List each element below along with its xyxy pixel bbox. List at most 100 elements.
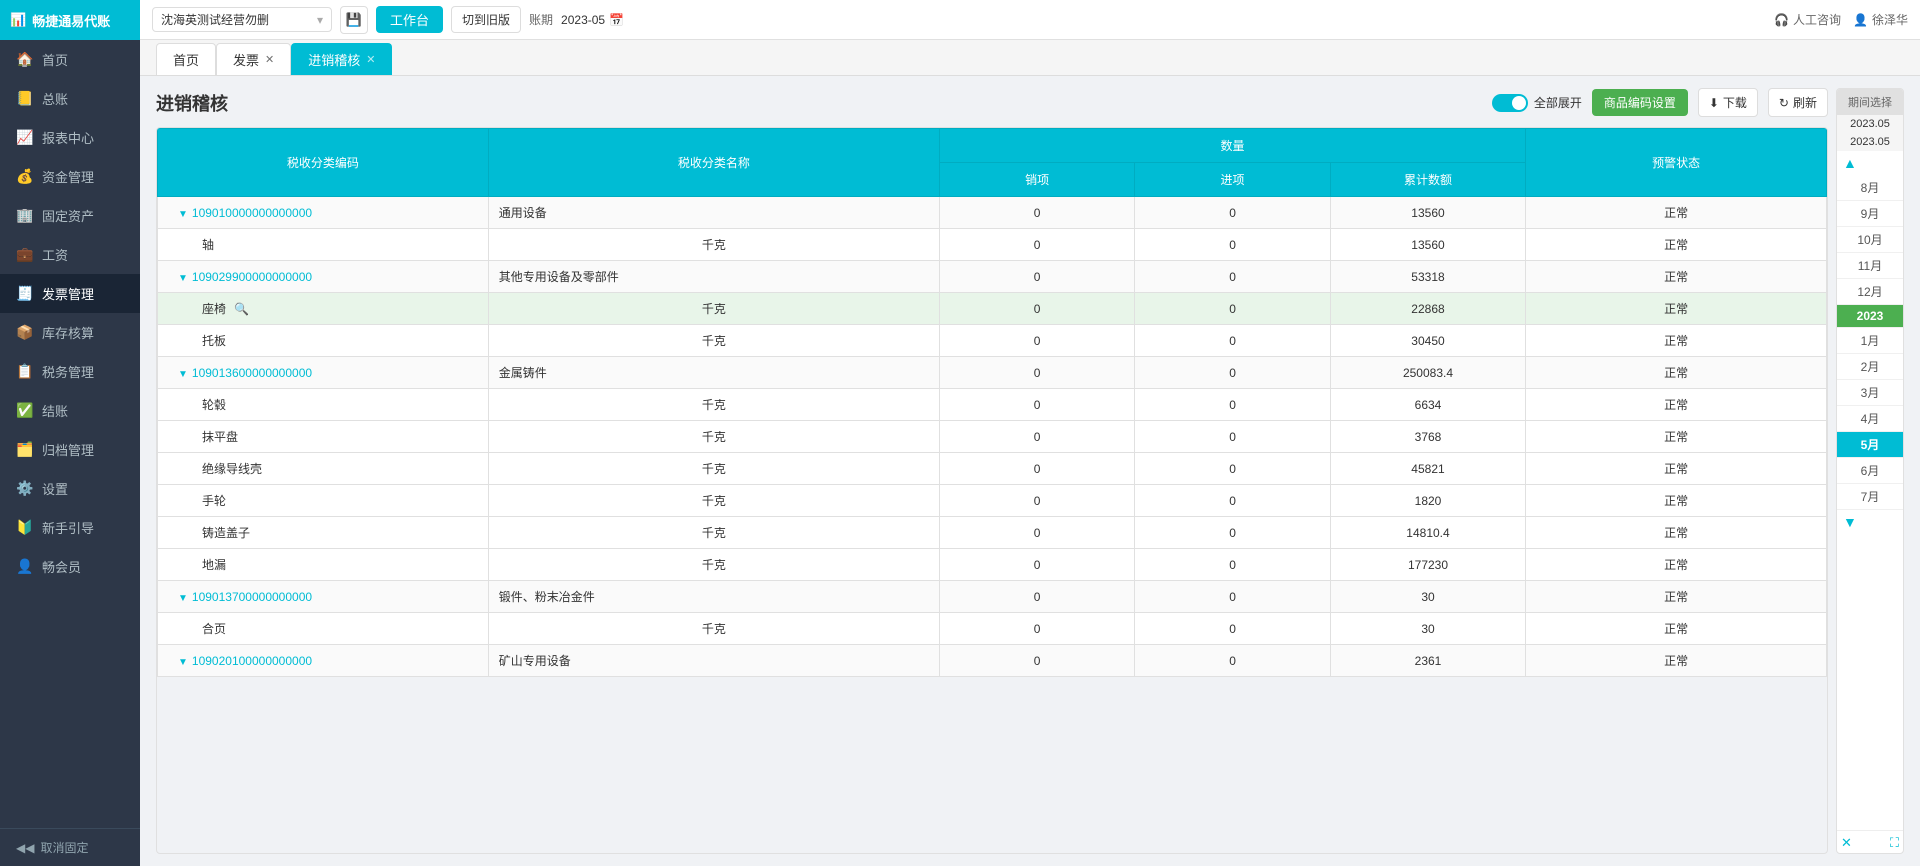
company-selector[interactable]: 沈海英测试经营勿删 ▾: [152, 7, 332, 32]
sidebar-item-tax[interactable]: 📋 税务管理: [0, 352, 140, 391]
sidebar-item-assets[interactable]: 🏢 固定资产: [0, 196, 140, 235]
period-up-btn[interactable]: ▲: [1843, 155, 1857, 171]
sidebar-item-salary[interactable]: 💼 工资: [0, 235, 140, 274]
sidebar-item-inventory[interactable]: 📦 库存核算: [0, 313, 140, 352]
logo-text: 畅捷通易代账: [32, 11, 110, 30]
refresh-icon: ↻: [1779, 96, 1789, 110]
table-row: 合页千克0030正常: [158, 613, 1827, 645]
table-row: 手轮千克001820正常: [158, 485, 1827, 517]
sidebar-item-report[interactable]: 📈 报表中心: [0, 118, 140, 157]
cell-code: ▼109013700000000000: [158, 581, 489, 613]
item-name: 地漏: [202, 558, 226, 572]
period-month-2[interactable]: 2月: [1837, 354, 1903, 380]
sidebar-item-ledger[interactable]: 📒 总账: [0, 79, 140, 118]
period-month-9[interactable]: 9月: [1837, 201, 1903, 227]
sidebar-item-capital[interactable]: 💰 资金管理: [0, 157, 140, 196]
sidebar-item-guide[interactable]: 🔰 新手引导: [0, 508, 140, 547]
period-month-1[interactable]: 1月: [1837, 328, 1903, 354]
sidebar: 📊 畅捷通易代账 🏠 首页 📒 总账 📈 报表中心 💰 资金管理 🏢 固定资产 …: [0, 0, 140, 866]
sidebar-pin-toggle[interactable]: ◀◀ 取消固定: [0, 828, 140, 866]
cell-total: 30: [1330, 613, 1525, 645]
cell-status: 正常: [1526, 261, 1827, 293]
period-month-5[interactable]: 5月: [1837, 432, 1903, 458]
th-tax-name: 税收分类名称: [488, 129, 939, 197]
user-profile[interactable]: 👤 徐泽华: [1853, 11, 1908, 28]
period-month-11[interactable]: 11月: [1837, 253, 1903, 279]
page-title: 进销稽核: [156, 90, 228, 116]
workbench-button[interactable]: 工作台: [376, 6, 443, 33]
tab-home[interactable]: 首页: [156, 43, 216, 75]
sidebar-item-member[interactable]: 👤 畅会员: [0, 547, 140, 586]
period-month-10[interactable]: 10月: [1837, 227, 1903, 253]
sidebar-item-settle[interactable]: ✅ 结账: [0, 391, 140, 430]
sidebar-item-settings[interactable]: ⚙️ 设置: [0, 469, 140, 508]
username: 徐泽华: [1872, 11, 1908, 28]
table-row: ▼109010000000000000通用设备0013560正常: [158, 197, 1827, 229]
code-value: 109010000000000000: [192, 206, 312, 220]
tab-reconcile-close[interactable]: ✕: [366, 53, 375, 66]
cell-total: 45821: [1330, 453, 1525, 485]
period-header[interactable]: 期间选择: [1837, 89, 1903, 115]
headset-icon: 🎧: [1774, 13, 1789, 27]
period-month-8[interactable]: 8月: [1837, 175, 1903, 201]
sidebar-item-invoice[interactable]: 🧾 发票管理: [0, 274, 140, 313]
period-month-6[interactable]: 6月: [1837, 458, 1903, 484]
period-month-7[interactable]: 7月: [1837, 484, 1903, 510]
cell-sales: 0: [939, 613, 1134, 645]
sidebar-item-archive[interactable]: 🗂️ 归档管理: [0, 430, 140, 469]
cell-name: 千克: [488, 389, 939, 421]
sidebar-item-home[interactable]: 🏠 首页: [0, 40, 140, 79]
cell-code: 地漏: [158, 549, 489, 581]
period-nav-up: ▲: [1837, 151, 1903, 175]
cell-code: 合页: [158, 613, 489, 645]
switch-version-button[interactable]: 切到旧版: [451, 6, 521, 33]
period-month-12[interactable]: 12月: [1837, 279, 1903, 305]
download-icon: ⬇: [1709, 96, 1719, 110]
group-collapse-icon[interactable]: ▼: [178, 209, 188, 220]
period-month-4[interactable]: 4月: [1837, 406, 1903, 432]
tab-invoice-label: 发票: [233, 50, 259, 69]
inventory-icon: 📦: [16, 324, 34, 341]
period-nav-down: ▼: [1837, 510, 1903, 534]
toggle-switch[interactable]: [1492, 94, 1528, 112]
period-year-marker-2023: 2023: [1837, 305, 1903, 328]
service-btn[interactable]: 🎧 人工咨询: [1774, 11, 1841, 28]
expand-toggle[interactable]: 全部展开: [1492, 94, 1582, 112]
download-btn[interactable]: ⬇ 下载: [1698, 88, 1758, 117]
cell-code: 座椅🔍: [158, 293, 489, 325]
refresh-btn[interactable]: ↻ 刷新: [1768, 88, 1828, 117]
group-collapse-icon[interactable]: ▼: [178, 273, 188, 284]
group-collapse-icon[interactable]: ▼: [178, 369, 188, 380]
group-collapse-icon[interactable]: ▼: [178, 593, 188, 604]
tab-invoice-close[interactable]: ✕: [265, 53, 274, 66]
tabbar: 首页 发票 ✕ 进销稽核 ✕: [140, 40, 1920, 76]
period-panel-close-btn[interactable]: ✕: [1841, 835, 1852, 851]
cell-total: 1820: [1330, 485, 1525, 517]
sidebar-item-label: 首页: [42, 50, 68, 69]
sidebar-item-label: 设置: [42, 479, 68, 498]
cell-total: 177230: [1330, 549, 1525, 581]
cell-name: 锻件、粉末冶金件: [488, 581, 939, 613]
cell-code: 抹平盘: [158, 421, 489, 453]
sidebar-item-label: 资金管理: [42, 167, 94, 186]
cell-status: 正常: [1526, 293, 1827, 325]
search-row-icon[interactable]: 🔍: [234, 302, 249, 316]
tab-invoice[interactable]: 发票 ✕: [216, 43, 291, 75]
cell-code: 铸造盖子: [158, 517, 489, 549]
report-icon: 📈: [16, 129, 34, 146]
period-panel-expand-btn[interactable]: ⛶: [1890, 835, 1899, 851]
cell-sales: 0: [939, 357, 1134, 389]
group-collapse-icon[interactable]: ▼: [178, 657, 188, 668]
tab-reconcile[interactable]: 进销稽核 ✕: [291, 43, 392, 75]
product-code-btn[interactable]: 商品编码设置: [1592, 89, 1688, 116]
table-row: 绝缘导线壳千克0045821正常: [158, 453, 1827, 485]
sidebar-item-label: 新手引导: [42, 518, 94, 537]
period-down-btn[interactable]: ▼: [1843, 514, 1857, 530]
item-name: 绝缘导线壳: [202, 462, 262, 476]
save-button[interactable]: 💾: [340, 6, 368, 34]
company-name: 沈海英测试经营勿删: [161, 11, 269, 28]
period-value: 2023-05: [561, 13, 605, 27]
period-month-3[interactable]: 3月: [1837, 380, 1903, 406]
toggle-label: 全部展开: [1534, 94, 1582, 111]
calendar-icon[interactable]: 📅: [609, 13, 624, 27]
